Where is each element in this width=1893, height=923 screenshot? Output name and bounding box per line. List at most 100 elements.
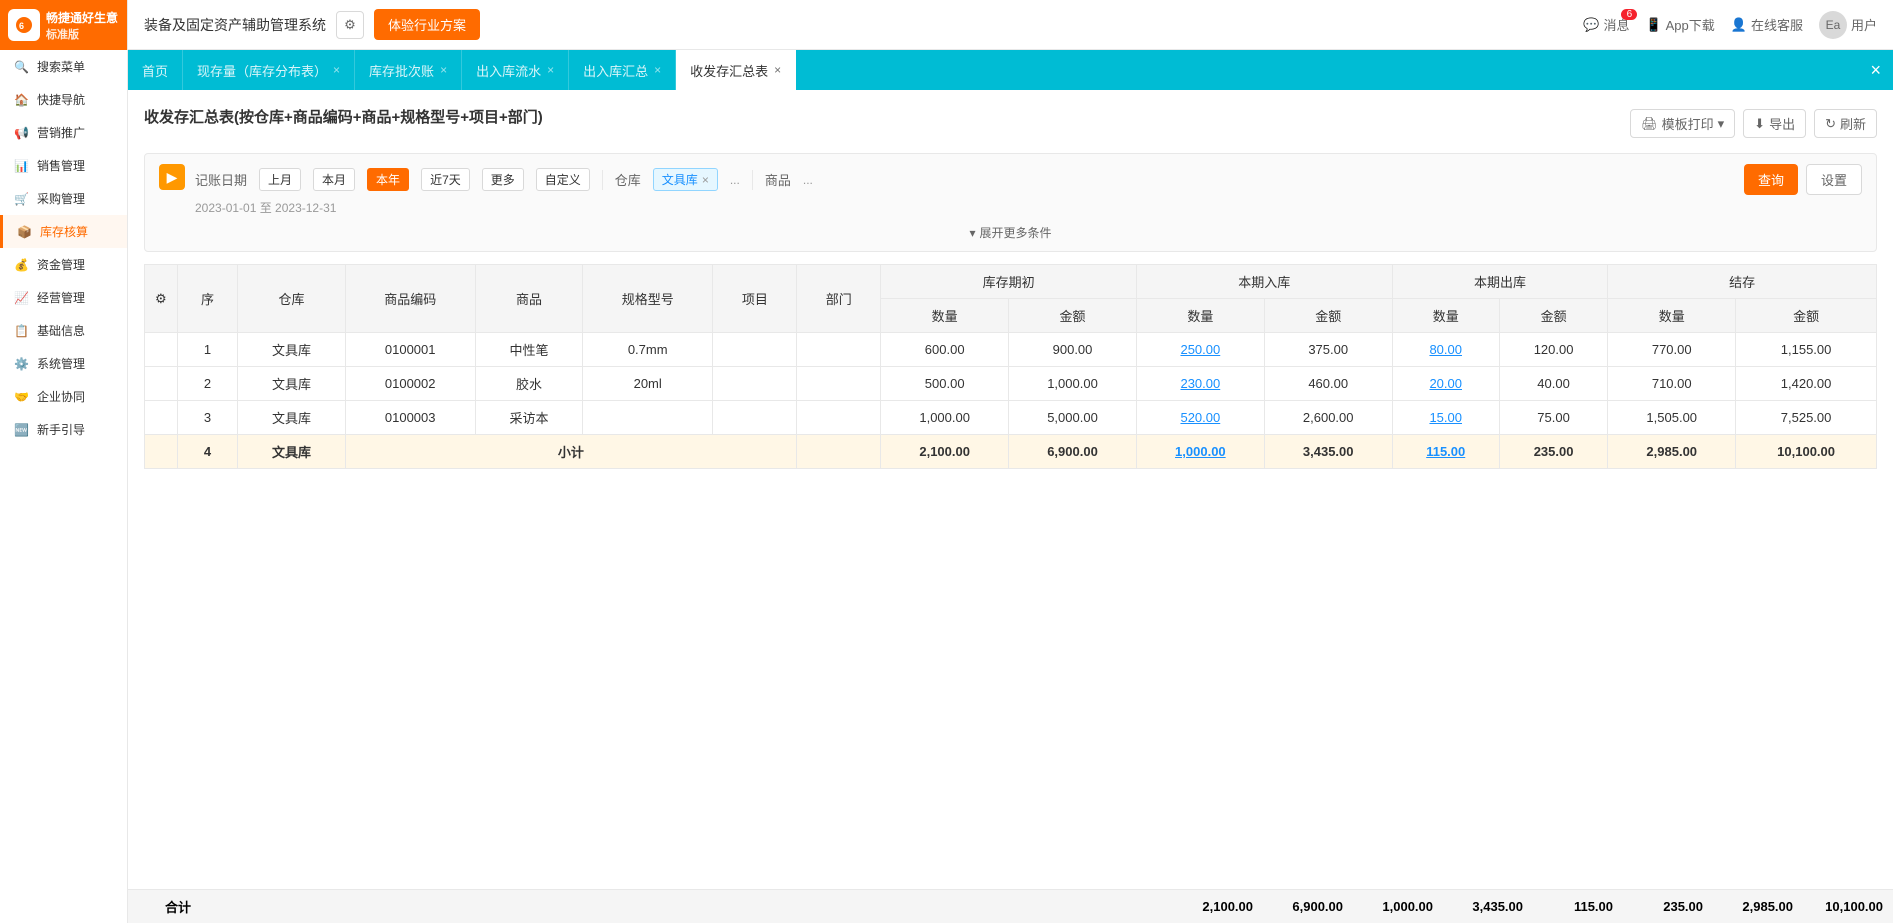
row-in-qty[interactable]: 250.00 (1136, 333, 1264, 367)
export-button[interactable]: ⬇ 导出 (1743, 109, 1806, 138)
user-action[interactable]: Ea 用户 (1819, 11, 1877, 39)
refresh-button[interactable]: ↻ 刷新 (1814, 109, 1877, 138)
subtotal-settings (145, 435, 178, 469)
tab-inventory-dist-close[interactable]: × (333, 63, 340, 77)
tab-summary-label: 出入库汇总 (583, 61, 648, 80)
settings-icon-btn[interactable]: ⚙ (336, 11, 364, 39)
tab-flow-close[interactable]: × (547, 63, 554, 77)
subtotal-in-qty[interactable]: 1,000.00 (1136, 435, 1264, 469)
tab-summary-close[interactable]: × (654, 63, 661, 77)
download-icon: 📱 (1645, 17, 1661, 33)
date-btn-7days[interactable]: 近7天 (421, 168, 470, 191)
subtotal-out-amount: 235.00 (1499, 435, 1607, 469)
sidebar-purchase-label: 采购管理 (37, 190, 85, 207)
date-btn-custom[interactable]: 自定义 (536, 168, 590, 191)
col-closing-amount: 金额 (1736, 299, 1877, 333)
subtotal-out-qty[interactable]: 115.00 (1392, 435, 1499, 469)
tab-recv-send-close[interactable]: × (774, 63, 781, 77)
col-group-opening: 库存期初 (881, 265, 1137, 299)
print-chevron-icon: ▾ (1718, 116, 1725, 132)
date-btn-last-month[interactable]: 上月 (259, 168, 301, 191)
tab-inventory-dist[interactable]: 现存量（库存分布表） × (183, 50, 355, 90)
table-row: 2 文具库 0100002 胶水 20ml 500.00 1,000.00 23… (145, 367, 1877, 401)
tab-batch[interactable]: 库存批次账 × (355, 50, 462, 90)
row-out-qty[interactable]: 20.00 (1392, 367, 1499, 401)
operations-icon: 📈 (14, 291, 29, 305)
col-project: 项目 (713, 265, 797, 333)
messages-badge: 6 (1621, 9, 1637, 20)
col-settings: ⚙ (145, 265, 178, 333)
date-btn-this-month[interactable]: 本月 (313, 168, 355, 191)
sidebar-item-guide[interactable]: 🆕 新手引导 (0, 413, 127, 446)
row-product-code: 0100003 (345, 401, 475, 435)
table-row: 1 文具库 0100001 中性笔 0.7mm 600.00 900.00 25… (145, 333, 1877, 367)
total-opening-amount: 6,900.00 (1253, 899, 1343, 914)
sidebar-item-system[interactable]: ⚙️ 系统管理 (0, 347, 127, 380)
product-more[interactable]: ... (803, 173, 813, 187)
divider2 (752, 170, 753, 190)
logo-icon: 6 (8, 9, 40, 41)
tab-home[interactable]: 首页 (128, 50, 183, 90)
print-button[interactable]: 🖨 模板打印 ▾ (1630, 109, 1735, 138)
date-btn-this-year[interactable]: 本年 (367, 168, 409, 191)
product-label: 商品 (765, 170, 791, 189)
row-in-qty[interactable]: 520.00 (1136, 401, 1264, 435)
app-download-action[interactable]: 📱 App下载 (1645, 15, 1714, 34)
total-label: 合计 (138, 897, 218, 916)
export-icon: ⬇ (1754, 116, 1765, 132)
row-out-qty[interactable]: 15.00 (1392, 401, 1499, 435)
warehouse-tag-text: 文具库 (662, 171, 698, 188)
sidebar-item-purchase[interactable]: 🛒 采购管理 (0, 182, 127, 215)
row-closing-qty: 710.00 (1608, 367, 1736, 401)
col-group-closing: 结存 (1608, 265, 1877, 299)
row-closing-amount: 1,420.00 (1736, 367, 1877, 401)
date-btn-more[interactable]: 更多 (482, 168, 524, 191)
tabs-close-all[interactable]: × (1858, 60, 1893, 81)
tab-flow[interactable]: 出入库流水 × (462, 50, 569, 90)
warehouse-label: 仓库 (615, 170, 641, 189)
row-out-amount: 120.00 (1499, 333, 1607, 367)
sidebar-item-inventory[interactable]: 📦 库存核算 (0, 215, 127, 248)
row-product-spec: 0.7mm (583, 333, 713, 367)
tab-recv-send[interactable]: 收发存汇总表 × (676, 50, 796, 90)
tab-summary[interactable]: 出入库汇总 × (569, 50, 676, 90)
warehouse-more[interactable]: ... (730, 173, 740, 187)
row-closing-qty: 770.00 (1608, 333, 1736, 367)
col-product-spec: 规格型号 (583, 265, 713, 333)
sidebar-item-marketing[interactable]: 📢 营销推广 (0, 116, 127, 149)
sidebar-item-operations[interactable]: 📈 经营管理 (0, 281, 127, 314)
trial-button[interactable]: 体验行业方案 (374, 9, 480, 40)
row-opening-amount: 5,000.00 (1009, 401, 1137, 435)
expand-button[interactable]: ▾ 展开更多条件 (159, 224, 1862, 241)
col-closing-qty: 数量 (1608, 299, 1736, 333)
total-out-qty: 115.00 (1523, 899, 1613, 914)
row-in-qty[interactable]: 230.00 (1136, 367, 1264, 401)
sidebar-item-quicknav[interactable]: 🏠 快捷导航 (0, 83, 127, 116)
sidebar-sales-label: 销售管理 (37, 157, 85, 174)
sidebar-item-finance[interactable]: 💰 资金管理 (0, 248, 127, 281)
query-button[interactable]: 查询 (1744, 164, 1798, 195)
filter-toggle-arrow[interactable]: ▶ (159, 164, 185, 190)
sidebar: 6 畅捷通好生意 标准版 🔍 搜索菜单 🏠 快捷导航 📢 营销推广 📊 销售管理… (0, 0, 128, 923)
column-settings-button[interactable]: 设置 (1806, 164, 1862, 195)
top-header: 装备及固定资产辅助管理系统 ⚙ 体验行业方案 💬 消息 6 📱 App下载 👤 … (128, 0, 1893, 50)
data-table: ⚙ 序 仓库 商品编码 商品 规格型号 项目 部门 库存期初 本期入库 本期出库… (144, 264, 1877, 469)
sidebar-item-basic[interactable]: 📋 基础信息 (0, 314, 127, 347)
row-out-qty[interactable]: 80.00 (1392, 333, 1499, 367)
messages-action[interactable]: 💬 消息 6 (1583, 15, 1629, 34)
tab-recv-send-label: 收发存汇总表 (690, 61, 768, 80)
expand-icon: ▾ (969, 226, 975, 240)
online-service-action[interactable]: 👤 在线客服 (1731, 15, 1803, 34)
col-department: 部门 (797, 265, 881, 333)
tab-batch-close[interactable]: × (440, 63, 447, 77)
sidebar-quicknav-label: 快捷导航 (37, 91, 85, 108)
sidebar-item-sales[interactable]: 📊 销售管理 (0, 149, 127, 182)
row-department (797, 367, 881, 401)
print-icon: 🖨 (1641, 116, 1658, 132)
subtotal-department (797, 435, 881, 469)
sidebar-item-collab[interactable]: 🤝 企业协同 (0, 380, 127, 413)
col-in-amount: 金额 (1264, 299, 1392, 333)
sidebar-item-search[interactable]: 🔍 搜索菜单 (0, 50, 127, 83)
warehouse-tag-close[interactable]: × (702, 173, 709, 187)
online-service-label: 在线客服 (1751, 15, 1803, 34)
